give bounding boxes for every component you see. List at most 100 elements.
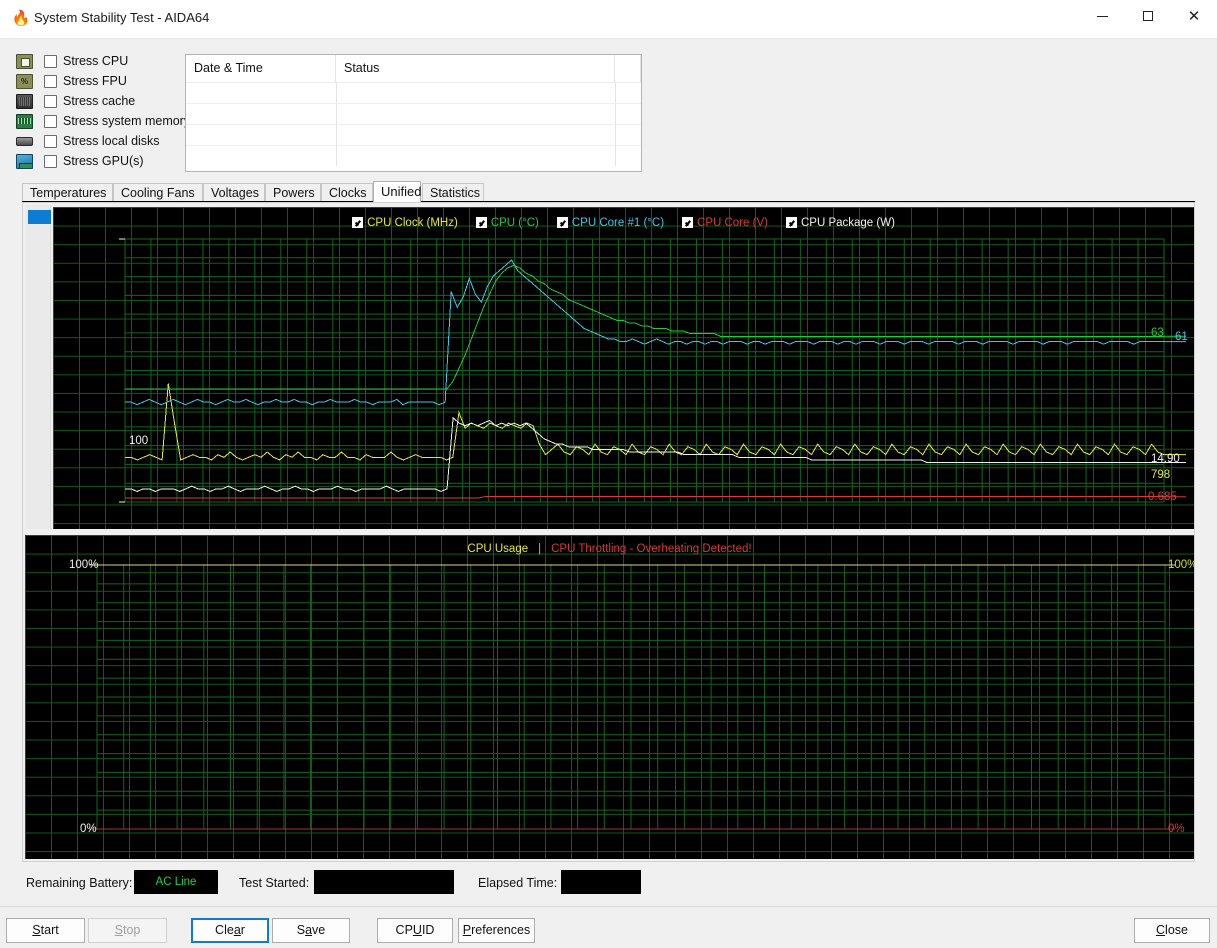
stress-option-row[interactable]: Stress local disks	[16, 132, 188, 152]
readout-value: 63	[1151, 327, 1164, 339]
sensor-tab-strip: Temperatures Cooling Fans Voltages Powers Cl…	[22, 181, 1195, 202]
system-stability-test-window: 🔥 System Stability Test - AIDA64 ✕ Stres…	[0, 0, 1217, 948]
cpuid-button[interactable]: CPUID	[377, 918, 453, 943]
stress-option-label: Stress FPU	[63, 74, 127, 88]
y-axis-label-max: 100	[129, 435, 149, 447]
close-dialog-button[interactable]: Close	[1134, 918, 1210, 943]
table-row[interactable]	[186, 82, 641, 103]
stress-option-row[interactable]: Stress system memory	[16, 112, 191, 132]
remaining-battery-label: Remaining Battery:	[26, 876, 133, 890]
stop-button: Stop	[88, 918, 167, 943]
readout-value: 61	[1175, 331, 1188, 343]
unified-chart-traces	[119, 238, 1186, 503]
preferences-button[interactable]: Preferences	[458, 918, 535, 943]
cpu-usage-chart: CPU Usage | CPU Throttling - Overheating D…	[25, 535, 1194, 859]
scrollbar-thumb[interactable]	[28, 210, 51, 224]
cell-divider	[336, 146, 337, 166]
maximize-icon	[1143, 11, 1153, 21]
stress-option-label: Stress CPU	[63, 54, 129, 68]
save-button[interactable]: Save	[272, 918, 350, 943]
clear-button[interactable]: Clear	[191, 918, 269, 943]
close-window-button[interactable]: ✕	[1171, 0, 1217, 32]
stress-option-label: Stress cache	[63, 94, 136, 108]
maximize-button[interactable]	[1125, 0, 1171, 32]
stress-options-list: Stress CPU% Stress FPU Stress cache Stress …	[16, 52, 191, 172]
table-body	[186, 82, 641, 166]
tab-cooling-fans[interactable]: Cooling Fans	[113, 183, 203, 202]
window-title: System Stability Test - AIDA64	[34, 10, 210, 25]
flame-icon: 🔥	[11, 10, 31, 27]
minimize-icon	[1096, 15, 1108, 17]
remaining-battery-value: AC Line	[134, 870, 218, 894]
tab-label: Temperatures	[30, 186, 107, 200]
minimize-button[interactable]	[1079, 0, 1125, 32]
stress-option-checkbox[interactable]	[44, 155, 57, 168]
stress-option-row[interactable]: Stress GPU(s)	[16, 152, 188, 172]
gpu-card-icon	[16, 154, 33, 169]
tab-label: Statistics	[430, 186, 481, 200]
cell-divider	[615, 125, 616, 145]
button-bar: Start Stop Clear Save CPUID Preferences …	[0, 906, 1217, 948]
cell-divider	[336, 83, 337, 103]
stress-option-row[interactable]: % Stress FPU	[16, 72, 188, 92]
stress-option-label: Stress local disks	[63, 134, 160, 148]
title-bar: 🔥 System Stability Test - AIDA64 ✕	[0, 0, 1217, 39]
tab-powers[interactable]: Powers	[265, 183, 321, 202]
graph-panel: CPU Clock (MHz) CPU (°C) CPU Core #1 (°C) C…	[22, 202, 1195, 862]
tab-label: Voltages	[211, 186, 259, 200]
stress-option-checkbox[interactable]	[44, 115, 57, 128]
table-row[interactable]	[186, 124, 641, 145]
readout-value: 798	[1151, 469, 1171, 481]
elapsed-time-label: Elapsed Time:	[478, 876, 558, 890]
readout-value: 14.90	[1151, 453, 1180, 465]
cache-chip-icon	[16, 94, 33, 109]
readout-value: 0.685	[1148, 491, 1177, 503]
column-header-spacer[interactable]	[615, 55, 641, 82]
cell-divider	[615, 83, 616, 103]
status-row: Remaining Battery: AC Line Test Started:…	[0, 870, 1217, 898]
usage-y-label-min-left: 0%	[80, 823, 97, 835]
tab-label: Clocks	[329, 186, 367, 200]
stress-option-label: Stress system memory	[63, 114, 191, 128]
tab-statistics[interactable]: Statistics	[422, 183, 484, 202]
table-row[interactable]	[186, 145, 641, 166]
table-header-row: Date & Time Status	[186, 55, 641, 82]
stress-option-checkbox[interactable]	[44, 135, 57, 148]
tab-label: Powers	[273, 186, 315, 200]
close-icon: ✕	[1187, 6, 1201, 25]
usage-y-label-max-right: 100%	[1168, 559, 1194, 571]
column-header-status[interactable]: Status	[336, 55, 615, 82]
cell-divider	[615, 146, 616, 166]
tab-voltages[interactable]: Voltages	[203, 183, 265, 202]
event-log-table[interactable]: Date & Time Status	[185, 54, 642, 172]
tab-label: Unified	[381, 184, 422, 199]
stress-option-row[interactable]: Stress cache	[16, 92, 188, 112]
cell-divider	[615, 104, 616, 124]
hard-disk-icon	[16, 137, 33, 146]
cpu-chip-icon	[16, 54, 33, 69]
test-started-value	[314, 870, 454, 894]
usage-y-label-max-left: 100%	[69, 559, 99, 571]
tab-temperatures[interactable]: Temperatures	[22, 183, 113, 202]
table-row[interactable]	[186, 103, 641, 124]
stress-option-label: Stress GPU(s)	[63, 154, 144, 168]
unified-sensor-chart: CPU Clock (MHz) CPU (°C) CPU Core #1 (°C) C…	[53, 207, 1194, 529]
tab-unified[interactable]: Unified	[373, 181, 421, 202]
start-button[interactable]: Start	[6, 918, 85, 943]
cell-divider	[336, 125, 337, 145]
tab-label: Cooling Fans	[121, 186, 195, 200]
stress-option-checkbox[interactable]	[44, 95, 57, 108]
usage-y-label-min-right: 0%	[1168, 823, 1185, 835]
stress-option-row[interactable]: Stress CPU	[16, 52, 188, 72]
elapsed-time-value	[561, 870, 641, 894]
test-started-label: Test Started:	[239, 876, 310, 890]
column-header-date-time[interactable]: Date & Time	[186, 55, 336, 82]
percent-chip-icon: %	[16, 74, 33, 89]
usage-chart-traces	[89, 564, 1175, 830]
graph-vertical-scrollbar[interactable]	[25, 205, 51, 529]
memory-dimm-icon	[16, 114, 33, 129]
stress-option-checkbox[interactable]	[44, 75, 57, 88]
stress-option-checkbox[interactable]	[44, 55, 57, 68]
tab-clocks[interactable]: Clocks	[321, 183, 373, 202]
cell-divider	[336, 104, 337, 124]
